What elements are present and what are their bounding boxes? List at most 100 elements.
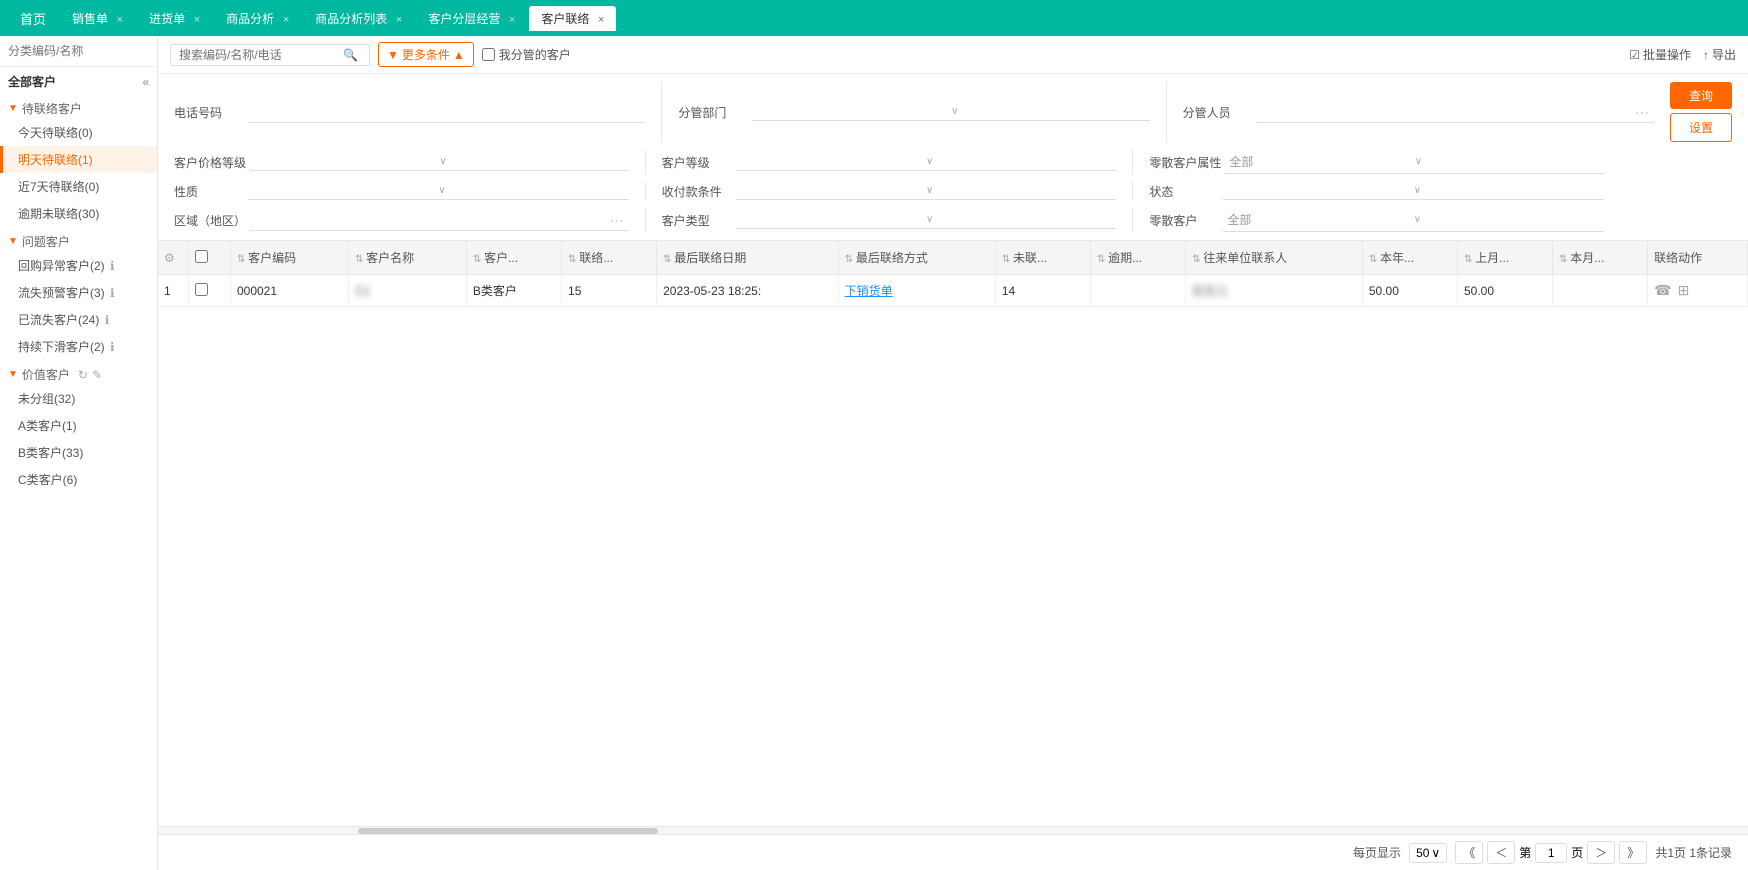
filter-nature-select[interactable]: ∨ [248,182,629,200]
refresh-icon[interactable]: ↻ [78,368,88,382]
dots-icon-1[interactable]: ··· [1635,105,1650,119]
th-last-month[interactable]: 上月... [1457,241,1552,275]
nav-tab-customer-tier[interactable]: 客户分层经营 × [416,6,527,31]
gear-settings-icon[interactable]: ⚙ [164,251,175,265]
filter-dept: 分管部门 ∨ [678,103,1149,121]
dots-icon-2[interactable]: ··· [610,213,625,227]
sidebar-item-overdue[interactable]: 逾期未联络(30) [0,200,157,227]
close-sales-tab[interactable]: × [117,14,123,26]
set-button[interactable]: 设置 [1670,113,1732,142]
th-type[interactable]: 客户... [466,241,561,275]
sidebar-item-today[interactable]: 今天待联络(0) [0,119,157,146]
batch-op-button[interactable]: ☑ 批量操作 [1629,46,1691,63]
filter-region: 区域（地区） ··· [174,210,629,231]
sidebar-item-churn-warning[interactable]: 流失预警客户(3) ℹ [0,279,157,306]
filter-region-field[interactable]: ··· [250,210,629,231]
phone-action-icon[interactable]: ☎ [1654,282,1671,299]
sidebar-item-churned[interactable]: 已流失客户(24) ℹ [0,306,157,333]
first-page-button[interactable]: 《 [1455,841,1483,864]
sidebar-item-ungrouped[interactable]: 未分组(32) [0,385,157,412]
th-contact[interactable]: 联络... [562,241,657,275]
page-number-input[interactable] [1535,843,1567,863]
th-unlink[interactable]: 未联... [995,241,1090,275]
row-checkbox[interactable] [195,283,208,296]
filter-person-label: 分管人员 [1183,104,1253,121]
my-customers-checkbox-label[interactable]: 我分管的客户 [482,46,571,63]
nav-tab-customer-contact[interactable]: 客户联络 × [529,6,616,31]
filter-customer-type-select[interactable]: ∨ [736,211,1117,229]
sidebar-item-tomorrow[interactable]: 明天待联络(1) [0,146,157,173]
td-this-year: 50.00 [1362,275,1457,307]
last-page-button[interactable]: 》 [1619,841,1647,864]
th-overdue[interactable]: 逾期... [1090,241,1185,275]
search-input[interactable] [179,48,339,62]
close-tier-tab[interactable]: × [509,14,515,26]
filter-payment-select[interactable]: ∨ [736,182,1117,200]
close-contact-tab[interactable]: × [598,14,604,26]
filter-phone: 电话号码 [174,102,645,123]
nav-tab-sales[interactable]: 销售单 × [60,6,135,31]
td-code: 000021 [230,275,348,307]
sidebar-item-declining[interactable]: 持续下滑客户(2) ℹ [0,333,157,360]
th-name[interactable]: 客户名称 [348,241,466,275]
prev-page-button[interactable]: ＜ [1487,841,1515,864]
th-contact-person[interactable]: 往来单位联系人 [1186,241,1363,275]
th-this-month[interactable]: 本月... [1553,241,1648,275]
close-analysis-tab[interactable]: × [283,14,289,26]
filter-retail-attr-select[interactable]: 全部 ∨ [1225,150,1604,174]
edit-icon[interactable]: ✎ [92,368,102,382]
nav-tab-analysis[interactable]: 商品分析 × [214,6,301,31]
horizontal-scrollbar[interactable] [158,826,1748,834]
per-page-select[interactable]: 50 ∨ [1409,843,1447,863]
next-page-button[interactable]: ＞ [1587,841,1615,864]
filter-retail-attr: 零散客户属性 全部 ∨ [1149,150,1604,174]
th-this-year[interactable]: 本年... [1362,241,1457,275]
search-box-icon[interactable]: 🔍 [343,48,358,62]
toolbar-right: ☑ 批量操作 ↑ 导出 [1629,46,1736,63]
select-all-checkbox[interactable] [195,250,208,263]
filter-sep-7 [645,208,646,232]
filter-person-field[interactable]: ··· [1257,102,1654,123]
my-customers-checkbox[interactable] [482,48,495,61]
last-method-link[interactable]: 下销货单 [845,284,893,298]
th-last-date[interactable]: 最后联络日期 [657,241,839,275]
filter-phone-input[interactable] [248,102,645,123]
th-action: 联络动作 [1648,241,1748,275]
sidebar-collapse-icon[interactable]: « [142,75,149,89]
sidebar-item-class-c[interactable]: C类客户(6) [0,466,157,493]
close-analysis-list-tab[interactable]: × [396,14,402,26]
filter-dept-select[interactable]: ∨ [752,103,1149,121]
th-code[interactable]: 客户编码 [230,241,348,275]
nav-tab-analysis-list[interactable]: 商品分析列表 × [303,6,414,31]
filter-retail-customer-select[interactable]: 全部 ∨ [1223,208,1604,232]
sidebar-item-class-b[interactable]: B类客户(33) [0,439,157,466]
query-button[interactable]: 查询 [1670,82,1732,109]
scrollbar-thumb[interactable] [358,828,658,834]
filter-sep-2 [1166,82,1167,142]
sidebar-all-customers[interactable]: 全部客户 « [0,67,157,94]
filter-sep-5 [645,182,646,200]
sidebar-search-input[interactable] [8,44,158,58]
filter-dept-label: 分管部门 [678,104,748,121]
filter-sep-4 [1132,150,1133,174]
action-icons-group: ☎ ⊞ [1654,282,1741,299]
filter-row-2: 客户价格等级 ∨ 客户等级 ∨ 零散客户属性 [174,150,1732,174]
th-last-method[interactable]: 最后联络方式 [838,241,995,275]
info-icon-4: ℹ [110,340,115,354]
sidebar-item-7days[interactable]: 近7天待联络(0) [0,173,157,200]
filter-status-select[interactable]: ∨ [1223,182,1604,200]
filter-customer-grade-select[interactable]: ∨ [736,153,1117,171]
filter-price-grade-select[interactable]: ∨ [250,153,629,171]
td-this-month [1553,275,1648,307]
table-footer: 每页显示 50 ∨ 《 ＜ 第 页 ＞ 》 共1页 1条记录 [158,834,1748,870]
more-filter-button[interactable]: ▼ 更多条件 ▲ [378,42,474,67]
sidebar-item-class-a[interactable]: A类客户(1) [0,412,157,439]
export-button[interactable]: ↑ 导出 [1703,46,1736,63]
sidebar-item-abnormal[interactable]: 回购异常客户(2) ℹ [0,252,157,279]
nav-tab-purchase[interactable]: 进货单 × [137,6,212,31]
close-purchase-tab[interactable]: × [194,14,200,26]
nav-home[interactable]: 首页 [8,5,58,32]
grid-action-icon[interactable]: ⊞ [1678,282,1690,299]
chevron-down-icon-3: ∨ [926,156,1112,167]
td-contact-person: 联系人 [1186,275,1363,307]
